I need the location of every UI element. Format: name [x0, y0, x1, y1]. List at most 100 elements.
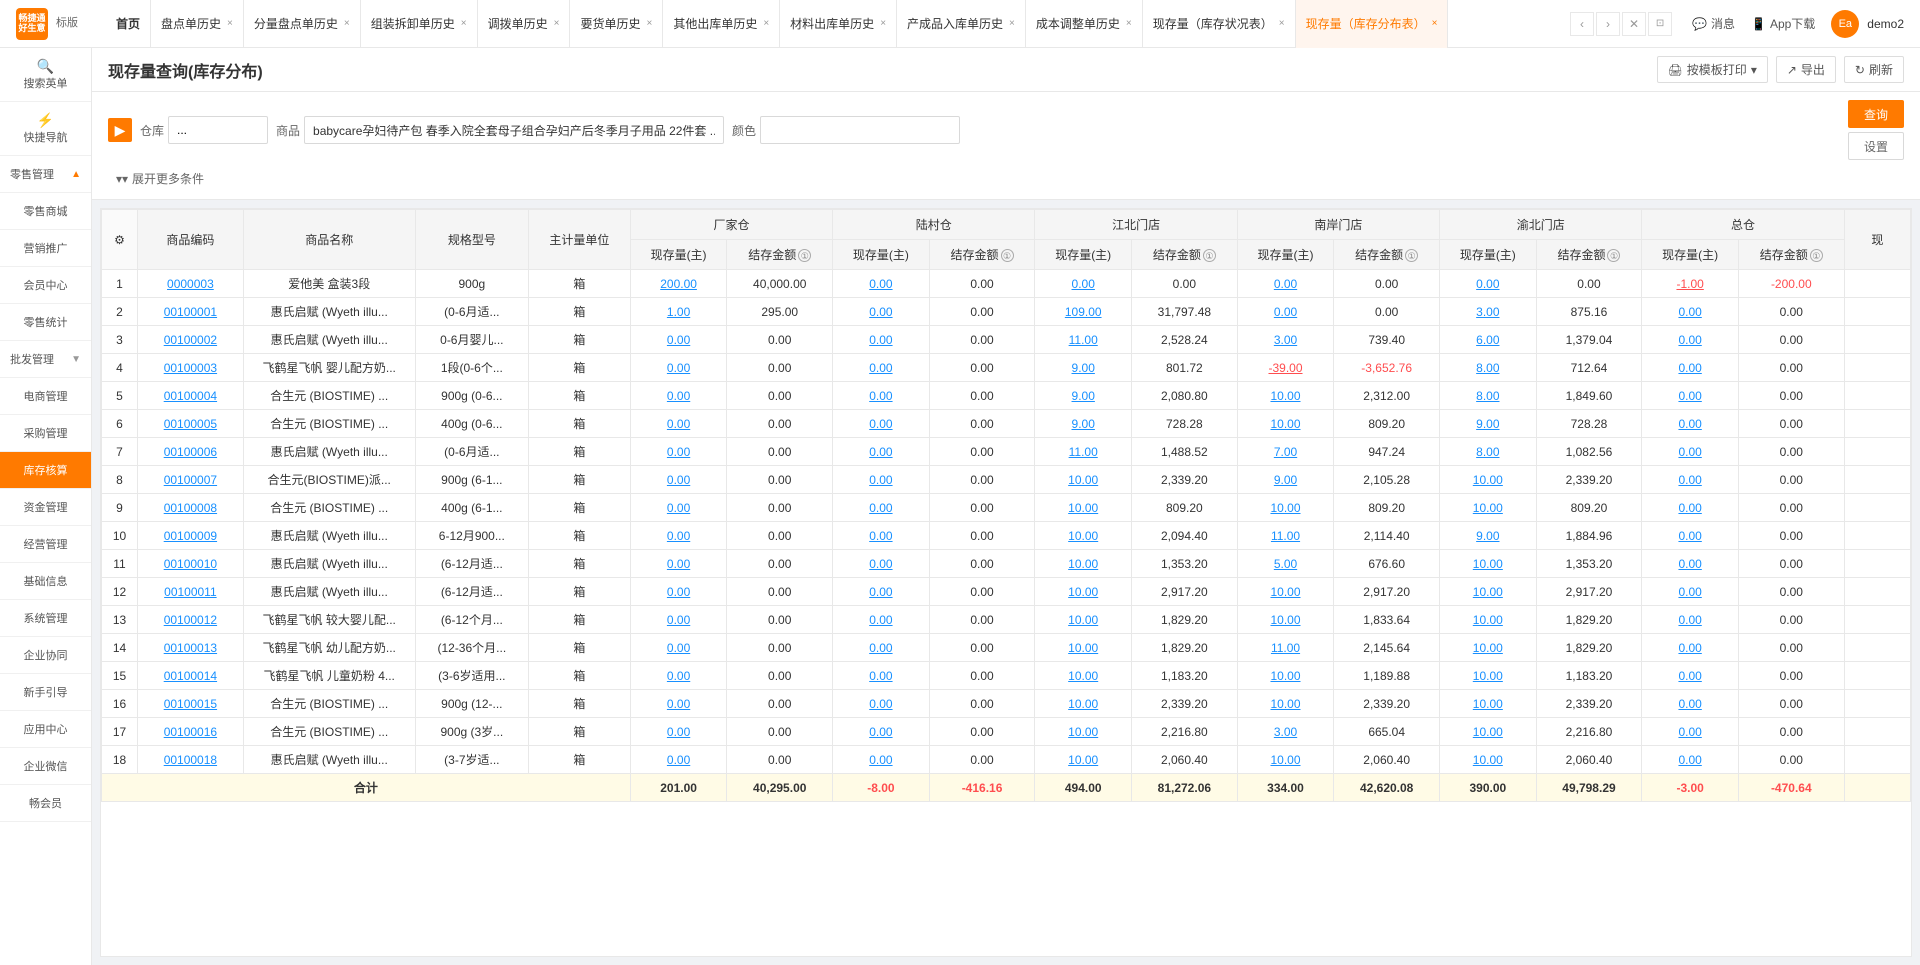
row-g5-qty[interactable]: 3.00	[1440, 298, 1537, 326]
row-g3-qty[interactable]: 10.00	[1035, 578, 1132, 606]
app-action[interactable]: 📱 App下载	[1751, 15, 1815, 32]
row-code[interactable]: 00100011	[138, 578, 244, 606]
user-area[interactable]: Ea demo2	[1831, 10, 1904, 38]
nav-tab-9[interactable]: 成本调整单历史 ×	[1026, 0, 1143, 48]
row-g5-qty[interactable]: 8.00	[1440, 354, 1537, 382]
row-g6-qty[interactable]: 0.00	[1642, 410, 1739, 438]
nav-tab-4[interactable]: 调拨单历史 ×	[478, 0, 571, 48]
row-g2-qty[interactable]: 0.00	[833, 354, 930, 382]
sidebar-item-system[interactable]: 系统管理	[0, 600, 91, 637]
row-g2-qty[interactable]: 0.00	[833, 634, 930, 662]
export-button[interactable]: ↗ 导出	[1776, 56, 1836, 83]
row-g1-qty[interactable]: 0.00	[630, 410, 727, 438]
row-g2-qty[interactable]: 0.00	[833, 438, 930, 466]
sidebar-item-search[interactable]: 🔍 搜索英单	[0, 48, 91, 102]
refresh-button[interactable]: ↻ 刷新	[1844, 56, 1904, 83]
sidebar-item-stats[interactable]: 零售统计	[0, 304, 91, 341]
row-code[interactable]: 00100016	[138, 718, 244, 746]
row-g6-qty[interactable]: -1.00	[1642, 270, 1739, 298]
g4-info-icon[interactable]: ①	[1405, 249, 1418, 262]
sidebar-item-shop[interactable]: 零售商城	[0, 193, 91, 230]
row-g6-qty[interactable]: 0.00	[1642, 466, 1739, 494]
row-g3-qty[interactable]: 10.00	[1035, 634, 1132, 662]
row-g1-qty[interactable]: 0.00	[630, 522, 727, 550]
row-g4-qty[interactable]: 0.00	[1237, 270, 1334, 298]
row-g3-qty[interactable]: 0.00	[1035, 270, 1132, 298]
sidebar-item-ecom[interactable]: 电商管理	[0, 378, 91, 415]
row-g5-qty[interactable]: 10.00	[1440, 494, 1537, 522]
row-g5-qty[interactable]: 10.00	[1440, 634, 1537, 662]
row-g3-qty[interactable]: 10.00	[1035, 466, 1132, 494]
row-code[interactable]: 00100018	[138, 746, 244, 774]
row-code[interactable]: 00100001	[138, 298, 244, 326]
row-g6-qty[interactable]: 0.00	[1642, 298, 1739, 326]
row-code[interactable]: 00100015	[138, 690, 244, 718]
warehouse-input[interactable]	[168, 116, 268, 144]
row-g6-qty[interactable]: 0.00	[1642, 606, 1739, 634]
row-g2-qty[interactable]: 0.00	[833, 690, 930, 718]
row-code[interactable]: 00100006	[138, 438, 244, 466]
row-g1-qty[interactable]: 0.00	[630, 382, 727, 410]
sidebar-item-marketing[interactable]: 营销推广	[0, 230, 91, 267]
row-g2-qty[interactable]: 0.00	[833, 466, 930, 494]
row-g2-qty[interactable]: 0.00	[833, 550, 930, 578]
row-g5-qty[interactable]: 8.00	[1440, 382, 1537, 410]
row-code[interactable]: 00100004	[138, 382, 244, 410]
row-g3-qty[interactable]: 10.00	[1035, 550, 1132, 578]
row-g1-qty[interactable]: 0.00	[630, 718, 727, 746]
row-g1-qty[interactable]: 0.00	[630, 606, 727, 634]
row-g3-qty[interactable]: 10.00	[1035, 494, 1132, 522]
row-g6-qty[interactable]: 0.00	[1642, 578, 1739, 606]
row-g3-qty[interactable]: 9.00	[1035, 410, 1132, 438]
row-g6-qty[interactable]: 0.00	[1642, 746, 1739, 774]
row-g2-qty[interactable]: 0.00	[833, 270, 930, 298]
row-code[interactable]: 00100012	[138, 606, 244, 634]
row-code[interactable]: 00100003	[138, 354, 244, 382]
g5-info-icon[interactable]: ①	[1607, 249, 1620, 262]
nav-prev[interactable]: ‹	[1570, 12, 1594, 36]
g1-info-icon[interactable]: ①	[798, 249, 811, 262]
nav-tab-home[interactable]: 首页	[106, 0, 151, 48]
row-g5-qty[interactable]: 10.00	[1440, 690, 1537, 718]
row-g6-qty[interactable]: 0.00	[1642, 718, 1739, 746]
row-g6-qty[interactable]: 0.00	[1642, 382, 1739, 410]
row-g3-qty[interactable]: 9.00	[1035, 354, 1132, 382]
row-g3-qty[interactable]: 10.00	[1035, 662, 1132, 690]
row-g1-qty[interactable]: 0.00	[630, 326, 727, 354]
row-g4-qty[interactable]: 10.00	[1237, 410, 1334, 438]
row-g4-qty[interactable]: 10.00	[1237, 746, 1334, 774]
row-g5-qty[interactable]: 10.00	[1440, 746, 1537, 774]
row-g2-qty[interactable]: 0.00	[833, 382, 930, 410]
row-g1-qty[interactable]: 0.00	[630, 690, 727, 718]
row-g3-qty[interactable]: 11.00	[1035, 326, 1132, 354]
color-input[interactable]	[760, 116, 960, 144]
row-g1-qty[interactable]: 200.00	[630, 270, 727, 298]
row-code[interactable]: 00100008	[138, 494, 244, 522]
sidebar-item-member[interactable]: 会员中心	[0, 267, 91, 304]
sidebar-item-purchase[interactable]: 采购管理	[0, 415, 91, 452]
nav-tab-7[interactable]: 材料出库单历史 ×	[780, 0, 897, 48]
row-g6-qty[interactable]: 0.00	[1642, 354, 1739, 382]
row-g5-qty[interactable]: 8.00	[1440, 438, 1537, 466]
row-g4-qty[interactable]: 7.00	[1237, 438, 1334, 466]
row-g3-qty[interactable]: 10.00	[1035, 718, 1132, 746]
row-g2-qty[interactable]: 0.00	[833, 494, 930, 522]
row-g6-qty[interactable]: 0.00	[1642, 522, 1739, 550]
search-button[interactable]: 查询	[1848, 100, 1904, 128]
row-g2-qty[interactable]: 0.00	[833, 522, 930, 550]
row-g5-qty[interactable]: 9.00	[1440, 522, 1537, 550]
row-g5-qty[interactable]: 10.00	[1440, 578, 1537, 606]
row-g1-qty[interactable]: 0.00	[630, 634, 727, 662]
row-g6-qty[interactable]: 0.00	[1642, 326, 1739, 354]
row-g4-qty[interactable]: 9.00	[1237, 466, 1334, 494]
row-g2-qty[interactable]: 0.00	[833, 410, 930, 438]
sidebar-item-management[interactable]: 经营管理	[0, 526, 91, 563]
g3-info-icon[interactable]: ①	[1203, 249, 1216, 262]
nav-next[interactable]: ›	[1596, 12, 1620, 36]
table-container[interactable]: ⚙ 商品编码 商品名称 规格型号 主计量单位 厂家仓 陆村仓 江北门店 南岸门店…	[100, 208, 1912, 957]
sidebar-item-nav[interactable]: ⚡ 快捷导航	[0, 102, 91, 156]
nav-tab-3[interactable]: 组装拆卸单历史 ×	[361, 0, 478, 48]
row-g2-qty[interactable]: 0.00	[833, 746, 930, 774]
row-g1-qty[interactable]: 0.00	[630, 438, 727, 466]
row-code[interactable]: 00100009	[138, 522, 244, 550]
